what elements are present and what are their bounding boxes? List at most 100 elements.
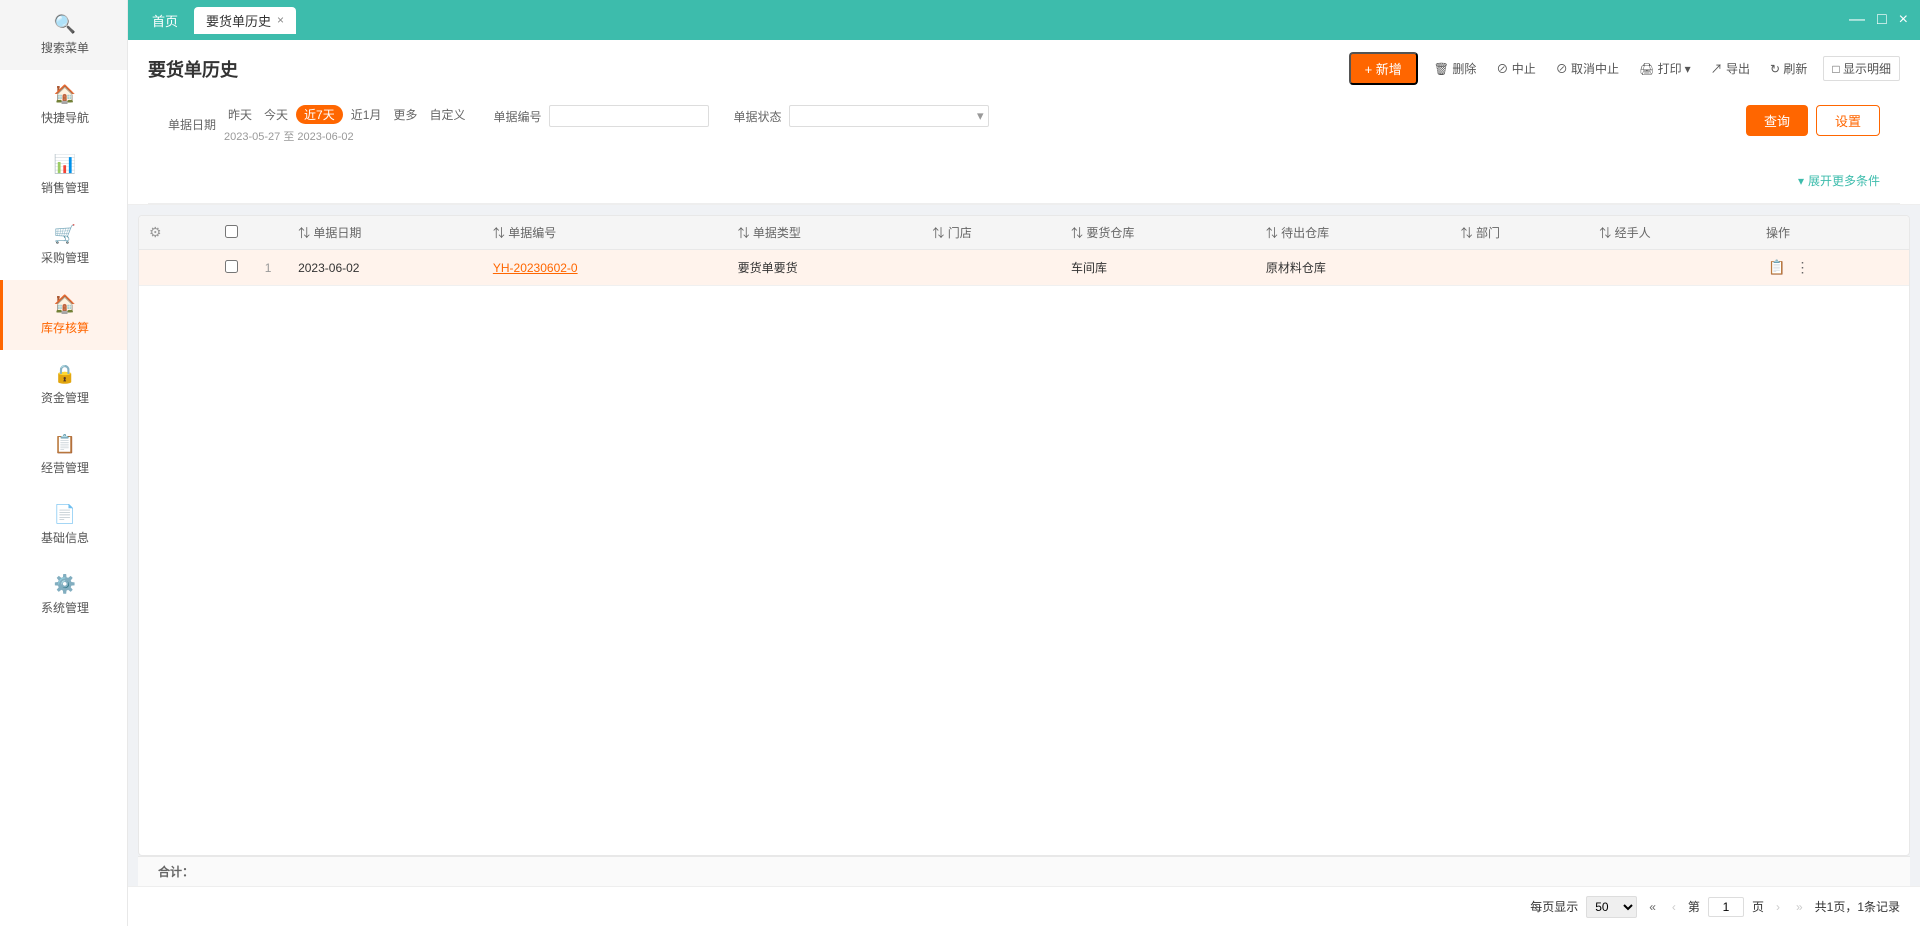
col-checkbox (215, 216, 248, 250)
finance-icon: 🔒 (54, 364, 76, 385)
sidebar-item-operations[interactable]: 📋 经营管理 (0, 420, 127, 490)
column-settings-icon[interactable]: ⚙ (149, 224, 162, 240)
page-label: 第 (1688, 898, 1700, 915)
filter-billno-group: 单据编号 (493, 105, 709, 127)
sidebar-item-base-info[interactable]: 📄 基础信息 (0, 490, 127, 560)
filter-bar: 单据日期 昨天 今天 近7天 近1月 更多 自定义 2023-05-27 至 2… (148, 95, 1900, 204)
date-pill-7days[interactable]: 近7天 (296, 105, 343, 124)
date-pill-custom[interactable]: 自定义 (425, 105, 469, 124)
row-pending-warehouse: 原材料仓库 (1256, 250, 1451, 286)
row-more-icon[interactable]: ⋮ (1793, 257, 1811, 278)
page-first-btn[interactable]: « (1645, 898, 1660, 916)
row-edit-icon[interactable]: 📋 (1766, 257, 1787, 278)
topbar-right: — □ × (1849, 11, 1908, 29)
refresh-button[interactable]: ↻ 刷新 (1766, 58, 1811, 79)
expand-more-btn[interactable]: ▾ 展开更多条件 (1798, 172, 1880, 189)
page-prev-btn[interactable]: ‹ (1668, 898, 1680, 916)
sidebar-item-sales-mgmt[interactable]: 📊 销售管理 (0, 140, 127, 210)
window-maximize-btn[interactable]: □ (1877, 11, 1887, 29)
col-settings: ⚙ (139, 216, 215, 250)
total-label: 合计： (158, 863, 194, 880)
pagination-summary: 共1页，1条记录 (1815, 898, 1900, 915)
sidebar-item-sys-mgmt[interactable]: ⚙️ 系统管理 (0, 560, 127, 630)
cancel-suspend-button[interactable]: ⊘ 取消中止 (1552, 58, 1623, 79)
filter-actions: 查询 设置 (1746, 105, 1880, 136)
new-button[interactable]: + 新增 (1349, 52, 1418, 85)
col-handler: ⇅ 经手人 (1589, 216, 1756, 250)
billno-filter-label: 单据编号 (493, 108, 541, 125)
col-pending-warehouse: ⇅ 待出仓库 (1256, 216, 1451, 250)
per-page-label: 每页显示 (1530, 898, 1578, 915)
row-department (1451, 250, 1590, 286)
sidebar-item-label: 基础信息 (41, 529, 89, 546)
sys-mgmt-icon: ⚙️ (54, 574, 76, 595)
select-all-checkbox[interactable] (225, 225, 238, 238)
display-cell-button[interactable]: □ 显示明细 (1823, 56, 1900, 81)
sidebar-item-search-menu[interactable]: 🔍 搜索菜单 (0, 0, 127, 70)
sidebar-item-label: 系统管理 (41, 599, 89, 616)
sidebar-item-label: 库存核算 (41, 319, 89, 336)
quick-nav-icon: 🏠 (54, 84, 76, 105)
suspend-button[interactable]: ⊘ 中止 (1492, 58, 1539, 79)
search-menu-icon: 🔍 (54, 14, 76, 35)
col-bill-no: ⇅ 单据编号 (483, 216, 728, 250)
col-bill-type: ⇅ 单据类型 (728, 216, 923, 250)
table-row: 1 2023-06-02 YH-20230602-0 要货单要货 车间库 原材料… (139, 250, 1909, 286)
export-button[interactable]: ↗ 导出 (1707, 58, 1754, 79)
row-bill-no[interactable]: YH-20230602-0 (483, 250, 728, 286)
window-minimize-btn[interactable]: — (1849, 11, 1865, 29)
sidebar-item-purchase-mgmt[interactable]: 🛒 采购管理 (0, 210, 127, 280)
filter-status-group: 单据状态 (733, 105, 989, 127)
query-button[interactable]: 查询 (1746, 105, 1808, 136)
col-num (248, 216, 288, 250)
page-title: 要货单历史 (148, 56, 238, 82)
page-last-btn[interactable]: » (1792, 898, 1807, 916)
topbar: 首页 要货单历史 × — □ × (128, 0, 1920, 40)
sidebar-item-inventory[interactable]: 🏠 库存核算 (0, 280, 127, 350)
status-filter-label: 单据状态 (733, 108, 781, 125)
date-pill-yesterday[interactable]: 昨天 (224, 105, 256, 124)
row-store (922, 250, 1061, 286)
operations-icon: 📋 (54, 434, 76, 455)
col-store: ⇅ 门店 (922, 216, 1061, 250)
sidebar-item-label: 搜索菜单 (41, 39, 89, 56)
print-button[interactable]: 🖨 打印 ▾ (1635, 58, 1695, 79)
delete-button[interactable]: 🗑 删除 (1430, 58, 1481, 79)
tab-close-btn[interactable]: × (277, 13, 284, 27)
filter-buttons: 查询 设置 (1746, 105, 1880, 136)
expand-more-icon: ▾ (1798, 174, 1804, 188)
sidebar-item-label: 快捷导航 (41, 109, 89, 126)
table-header-row: ⚙ ⇅ 单据日期 ⇅ 单据编号 ⇅ 单据类型 (139, 216, 1909, 250)
date-pill-more[interactable]: 更多 (389, 105, 421, 124)
table-area: ⚙ ⇅ 单据日期 ⇅ 单据编号 ⇅ 单据类型 (138, 215, 1910, 856)
sidebar-item-quick-nav[interactable]: 🏠 快捷导航 (0, 70, 127, 140)
bill-no-link[interactable]: YH-20230602-0 (493, 261, 578, 275)
billno-input[interactable] (549, 105, 709, 127)
tab-home[interactable]: 首页 (140, 7, 190, 34)
setting-button[interactable]: 设置 (1816, 105, 1880, 136)
tab-active-label: 要货单历史 (206, 11, 271, 30)
sidebar-item-label: 采购管理 (41, 249, 89, 266)
col-action: 操作 (1756, 216, 1909, 250)
sidebar-item-finance[interactable]: 🔒 资金管理 (0, 350, 127, 420)
date-pill-1month[interactable]: 近1月 (347, 105, 386, 124)
page-label2: 页 (1752, 898, 1764, 915)
date-pill-today[interactable]: 今天 (260, 105, 292, 124)
status-select[interactable] (789, 105, 989, 127)
date-filter-col: 昨天 今天 近7天 近1月 更多 自定义 2023-05-27 至 2023-0… (224, 105, 469, 144)
toolbar: + 新增 🗑 删除 ⊘ 中止 ⊘ 取消中止 🖨 打印 ▾ ↗ 导出 ↻ 刷新 □… (1349, 52, 1900, 85)
status-select-wrap (789, 105, 989, 127)
page-next-btn[interactable]: › (1772, 898, 1784, 916)
page-header: 要货单历史 + 新增 🗑 删除 ⊘ 中止 ⊘ 取消中止 🖨 打印 ▾ ↗ 导出 … (128, 40, 1920, 205)
sidebar-item-label: 销售管理 (41, 179, 89, 196)
purchase-icon: 🛒 (54, 224, 76, 245)
sidebar-item-label: 资金管理 (41, 389, 89, 406)
col-department: ⇅ 部门 (1451, 216, 1590, 250)
row-checkbox[interactable] (225, 260, 238, 273)
window-close-btn[interactable]: × (1899, 11, 1908, 29)
page-number-input[interactable] (1708, 897, 1744, 917)
row-checkbox-cell[interactable] (215, 250, 248, 286)
tab-active[interactable]: 要货单历史 × (194, 7, 296, 34)
per-page-select[interactable]: 50 10 20 100 (1586, 896, 1637, 918)
sidebar: 🔍 搜索菜单 🏠 快捷导航 📊 销售管理 🛒 采购管理 🏠 库存核算 🔒 资金管… (0, 0, 128, 926)
